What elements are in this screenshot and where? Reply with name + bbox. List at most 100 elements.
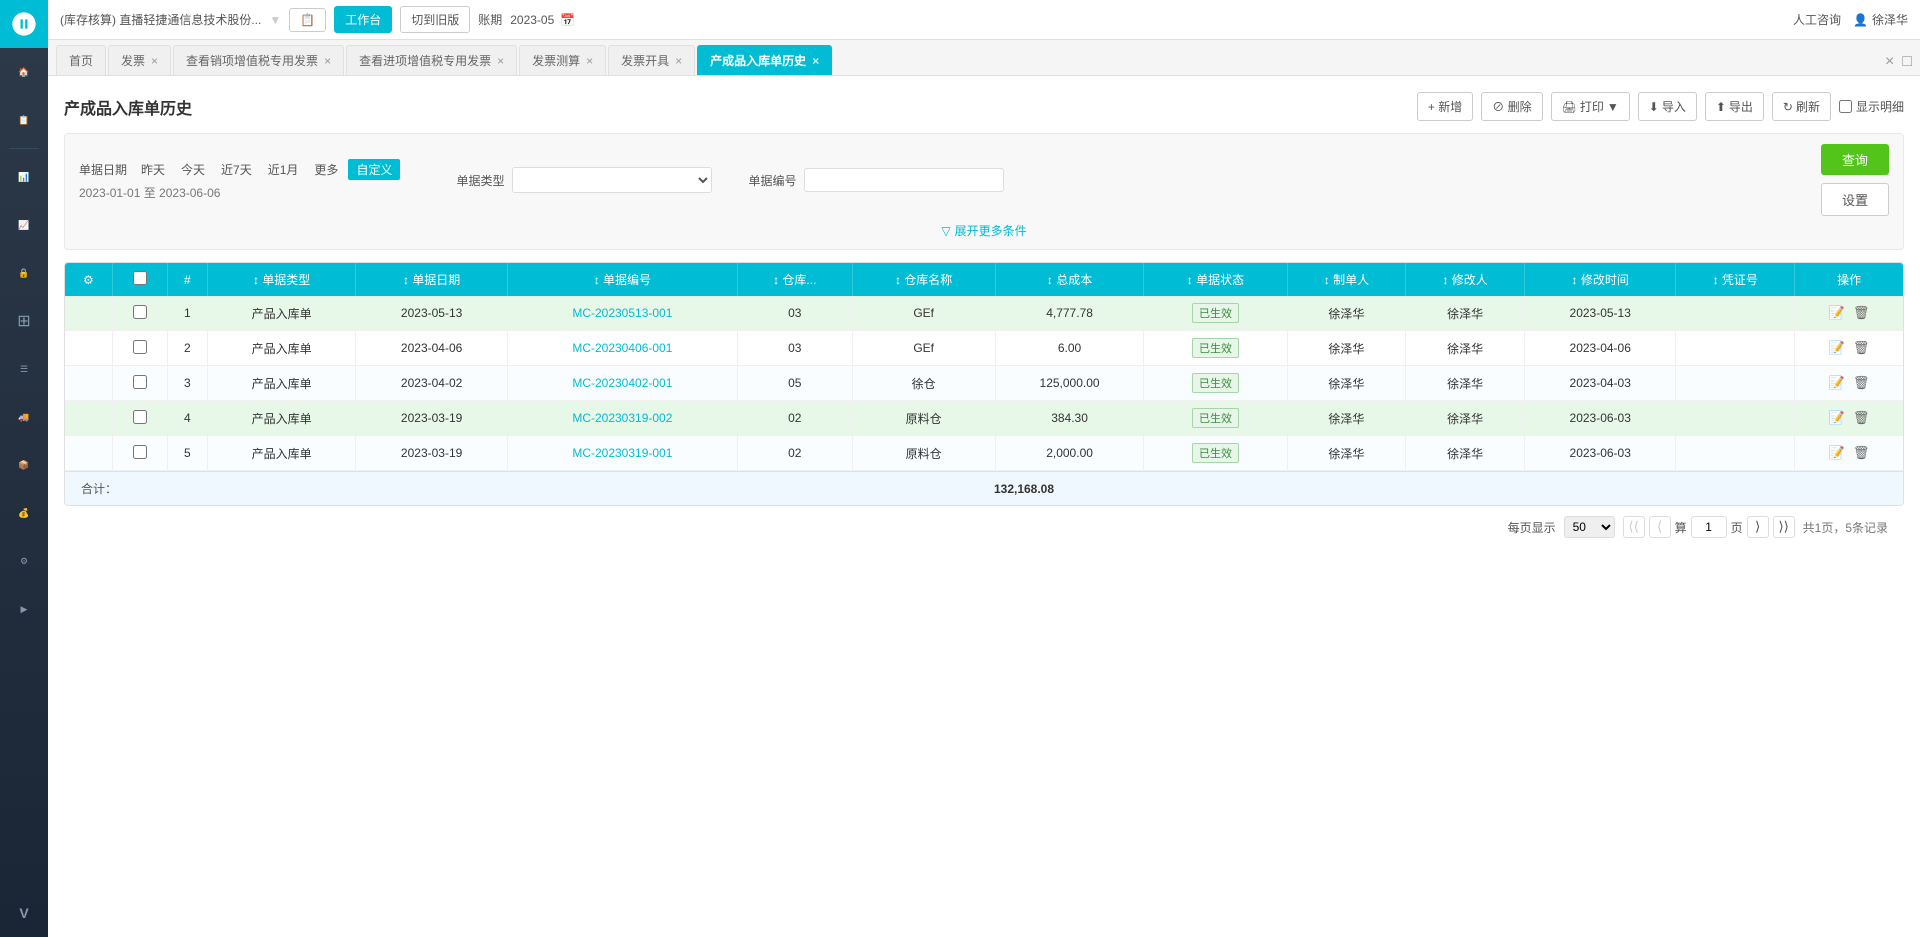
sidebar-item-settings[interactable]: ⚙ bbox=[0, 537, 48, 585]
sidebar-item-version[interactable]: V bbox=[0, 889, 48, 937]
copy-btn[interactable]: 📋 bbox=[289, 8, 326, 32]
col-cost-header[interactable]: ↕ 总成本 bbox=[995, 263, 1144, 296]
row-cb-0[interactable] bbox=[112, 296, 167, 331]
row-delete-btn-3[interactable]: 🗑 bbox=[1853, 410, 1870, 426]
col-creator-header[interactable]: ↕ 制单人 bbox=[1287, 263, 1406, 296]
tab-open-close[interactable]: × bbox=[675, 54, 682, 68]
delete-btn[interactable]: ⊘ 删除 bbox=[1481, 92, 1542, 121]
col-modify-time-header[interactable]: ↕ 修改时间 bbox=[1525, 263, 1676, 296]
type-filter-select[interactable] bbox=[512, 167, 712, 193]
col-number-header[interactable]: ↕ 单据编号 bbox=[507, 263, 737, 296]
row-number-1[interactable]: MC-20230406-001 bbox=[507, 331, 737, 366]
row-checkbox-0[interactable] bbox=[133, 305, 147, 319]
sidebar-item-truck[interactable]: 🚚 bbox=[0, 393, 48, 441]
row-number-link-3[interactable]: MC-20230319-002 bbox=[572, 411, 672, 425]
help-btn[interactable]: 人工咨询 bbox=[1793, 11, 1841, 28]
row-number-link-1[interactable]: MC-20230406-001 bbox=[572, 341, 672, 355]
company-selector[interactable]: (库存核算) 直播轻捷通信息技术股份... bbox=[60, 11, 261, 28]
switch-btn[interactable]: 切到旧版 bbox=[400, 6, 470, 33]
page-input[interactable] bbox=[1691, 516, 1727, 538]
tab-calc-close[interactable]: × bbox=[586, 54, 593, 68]
col-settings-header[interactable]: ⚙ bbox=[65, 263, 112, 296]
row-number-link-4[interactable]: MC-20230319-001 bbox=[572, 446, 672, 460]
new-btn[interactable]: + 新增 bbox=[1417, 92, 1473, 121]
tab-open-invoice[interactable]: 发票开具 × bbox=[608, 45, 695, 75]
sidebar-item-grid[interactable]: ⊞ bbox=[0, 297, 48, 345]
date-yesterday-btn[interactable]: 昨天 bbox=[135, 159, 171, 180]
maximize-btn[interactable]: □ bbox=[1902, 53, 1912, 71]
col-checkbox-header[interactable] bbox=[112, 263, 167, 296]
tab-check-output-vat[interactable]: 查看销项增值税专用发票 × bbox=[173, 45, 344, 75]
row-checkbox-3[interactable] bbox=[133, 410, 147, 424]
date-more-btn[interactable]: 更多 bbox=[308, 159, 344, 180]
tab-check-input-vat[interactable]: 查看进项增值税专用发票 × bbox=[346, 45, 517, 75]
row-checkbox-1[interactable] bbox=[133, 340, 147, 354]
date-today-btn[interactable]: 今天 bbox=[175, 159, 211, 180]
row-delete-btn-4[interactable]: 🗑 bbox=[1853, 445, 1870, 461]
row-number-4[interactable]: MC-20230319-001 bbox=[507, 436, 737, 471]
sidebar-item-box[interactable]: 📦 bbox=[0, 441, 48, 489]
col-type-header[interactable]: ↕ 单据类型 bbox=[207, 263, 356, 296]
show-detail-checkbox[interactable] bbox=[1839, 100, 1852, 113]
col-warehouse-name-header[interactable]: ↕ 仓库名称 bbox=[852, 263, 995, 296]
row-number-link-2[interactable]: MC-20230402-001 bbox=[572, 376, 672, 390]
tab-home[interactable]: 首页 bbox=[56, 45, 106, 75]
row-delete-btn-1[interactable]: 🗑 bbox=[1853, 340, 1870, 356]
tab-check-input-close[interactable]: × bbox=[497, 54, 504, 68]
sidebar-item-dollar[interactable]: 💰 bbox=[0, 489, 48, 537]
prev-page-btn[interactable]: ⟨ bbox=[1649, 516, 1671, 538]
row-edit-btn-4[interactable]: 📝 bbox=[1829, 445, 1845, 461]
sidebar-item-chart[interactable]: 📊 bbox=[0, 153, 48, 201]
print-btn[interactable]: 🖨 打印 ▼ bbox=[1551, 92, 1630, 121]
sidebar-item-list[interactable]: ☰ bbox=[0, 345, 48, 393]
next-page-btn[interactable]: ⟩ bbox=[1747, 516, 1769, 538]
col-date-header[interactable]: ↕ 单据日期 bbox=[356, 263, 507, 296]
sidebar-item-home[interactable]: 🏠 bbox=[0, 48, 48, 96]
col-warehouse-code-header[interactable]: ↕ 仓库... bbox=[737, 263, 852, 296]
page-size-select[interactable]: 50 20 100 200 bbox=[1564, 516, 1615, 538]
date-7days-btn[interactable]: 近7天 bbox=[215, 159, 258, 180]
row-number-2[interactable]: MC-20230402-001 bbox=[507, 366, 737, 401]
tab-invoice-close[interactable]: × bbox=[151, 54, 158, 68]
row-edit-btn-3[interactable]: 📝 bbox=[1829, 410, 1845, 426]
refresh-btn[interactable]: ↻ 刷新 bbox=[1772, 92, 1831, 121]
sidebar-item-play[interactable]: ▶ bbox=[0, 585, 48, 633]
select-all-checkbox[interactable] bbox=[133, 271, 147, 285]
tab-product-close[interactable]: × bbox=[812, 54, 819, 68]
sidebar-item-report[interactable]: 📈 bbox=[0, 201, 48, 249]
row-cb-1[interactable] bbox=[112, 331, 167, 366]
row-cb-3[interactable] bbox=[112, 401, 167, 436]
row-delete-btn-2[interactable]: 🗑 bbox=[1853, 375, 1870, 391]
user-menu[interactable]: 👤 徐泽华 bbox=[1853, 11, 1908, 28]
number-filter-input[interactable] bbox=[804, 168, 1004, 192]
row-edit-btn-1[interactable]: 📝 bbox=[1829, 340, 1845, 356]
row-edit-btn-2[interactable]: 📝 bbox=[1829, 375, 1845, 391]
filter-expand-btn[interactable]: ▽ 展开更多条件 bbox=[79, 222, 1889, 239]
col-modifier-header[interactable]: ↕ 修改人 bbox=[1406, 263, 1525, 296]
col-status-header[interactable]: ↕ 单据状态 bbox=[1144, 263, 1287, 296]
row-checkbox-2[interactable] bbox=[133, 375, 147, 389]
date-custom-btn[interactable]: 自定义 bbox=[348, 159, 400, 180]
row-cb-4[interactable] bbox=[112, 436, 167, 471]
row-number-0[interactable]: MC-20230513-001 bbox=[507, 296, 737, 331]
sidebar-item-doc[interactable]: 📋 bbox=[0, 96, 48, 144]
set-btn[interactable]: 设置 bbox=[1821, 183, 1889, 216]
row-delete-btn-0[interactable]: 🗑 bbox=[1853, 305, 1870, 321]
row-edit-btn-0[interactable]: 📝 bbox=[1829, 305, 1845, 321]
minimize-btn[interactable]: × bbox=[1885, 53, 1894, 71]
workbench-btn[interactable]: 工作台 bbox=[334, 6, 392, 33]
row-number-3[interactable]: MC-20230319-002 bbox=[507, 401, 737, 436]
tab-check-output-close[interactable]: × bbox=[324, 54, 331, 68]
date-1month-btn[interactable]: 近1月 bbox=[262, 159, 305, 180]
import-btn[interactable]: ⬇ 导入 bbox=[1638, 92, 1697, 121]
first-page-btn[interactable]: ⟨⟨ bbox=[1623, 516, 1645, 538]
show-detail-toggle[interactable]: 显示明细 bbox=[1839, 98, 1904, 115]
row-cb-2[interactable] bbox=[112, 366, 167, 401]
sidebar-item-lock[interactable]: 🔒 bbox=[0, 249, 48, 297]
row-checkbox-4[interactable] bbox=[133, 445, 147, 459]
query-btn[interactable]: 查询 bbox=[1821, 144, 1889, 175]
col-voucher-header[interactable]: ↕ 凭证号 bbox=[1676, 263, 1795, 296]
export-btn[interactable]: ⬆ 导出 bbox=[1705, 92, 1764, 121]
tab-calc-invoice[interactable]: 发票测算 × bbox=[519, 45, 606, 75]
tab-invoice[interactable]: 发票 × bbox=[108, 45, 171, 75]
